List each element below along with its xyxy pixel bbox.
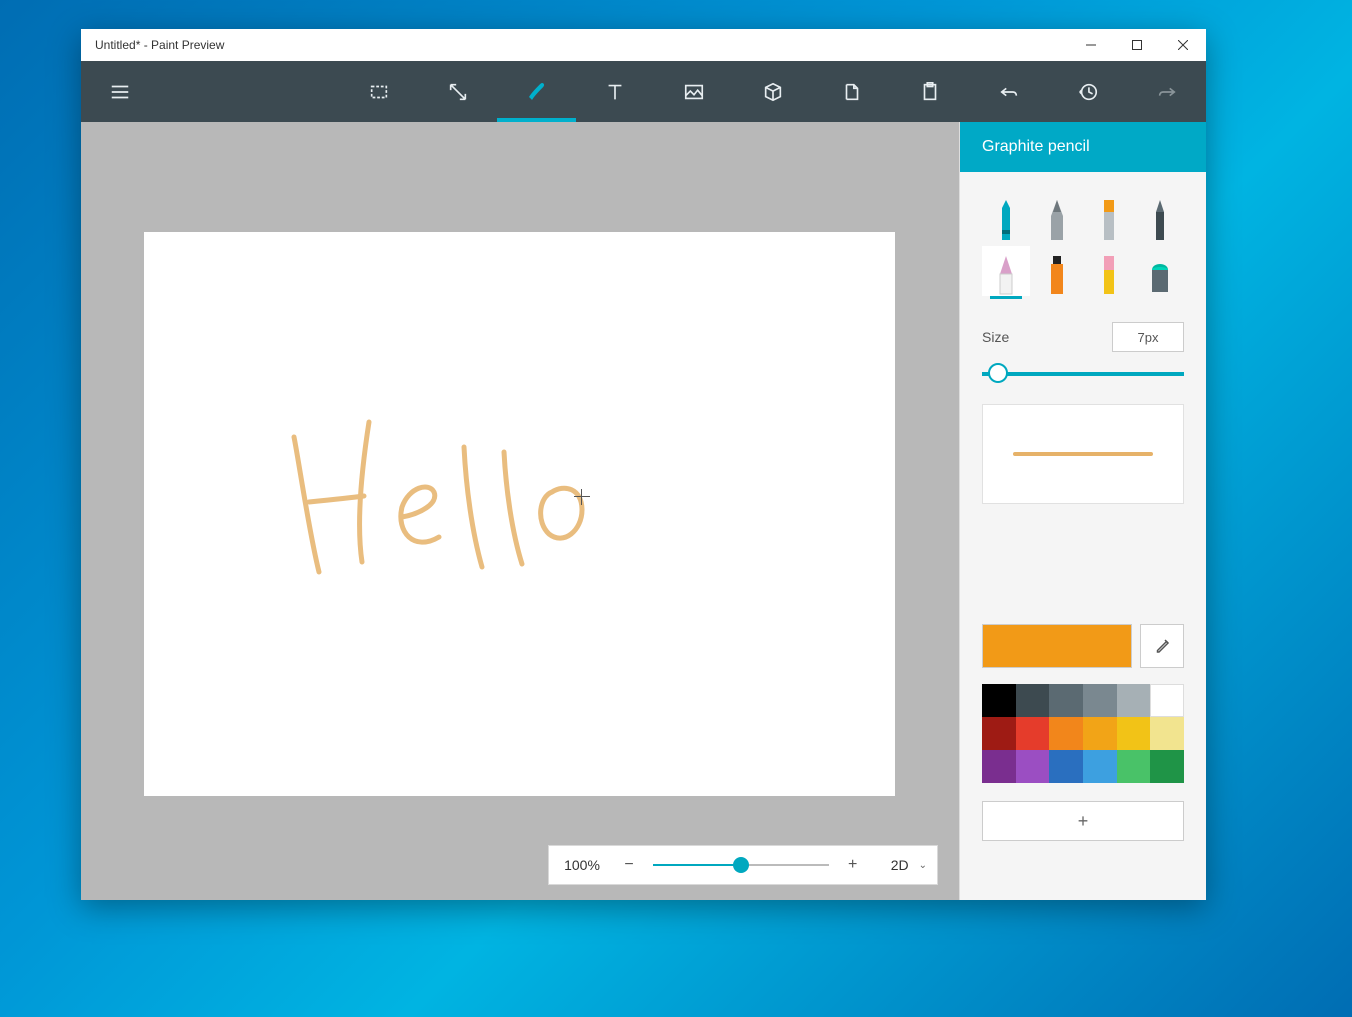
color-swatch[interactable]: [982, 684, 1016, 717]
brush-grid: [982, 192, 1184, 296]
color-swatch[interactable]: [1117, 750, 1151, 783]
preview-stroke-line: [1013, 452, 1153, 456]
brush-graphite[interactable]: [982, 246, 1030, 296]
zoom-in-button[interactable]: +: [843, 856, 863, 874]
size-slider[interactable]: [982, 372, 1184, 376]
status-bar: 100% − + 2D ⌄: [548, 845, 938, 885]
color-swatch[interactable]: [1049, 717, 1083, 750]
color-swatch[interactable]: [1016, 750, 1050, 783]
tool-panel: Graphite pencil: [959, 122, 1206, 900]
size-label: Size: [982, 329, 1009, 345]
window-controls: [1068, 29, 1206, 61]
color-swatch[interactable]: [1117, 684, 1151, 717]
menu-button[interactable]: [81, 61, 160, 122]
main-area: 100% − + 2D ⌄ Graphite pencil: [81, 122, 1206, 900]
color-palette: [982, 684, 1184, 783]
color-swatch[interactable]: [1083, 750, 1117, 783]
undo-button[interactable]: [970, 61, 1049, 122]
view-mode-label: 2D: [891, 857, 909, 873]
minimize-button[interactable]: [1068, 29, 1114, 61]
brush-calligraphy[interactable]: [1137, 192, 1185, 242]
color-swatch[interactable]: [1016, 684, 1050, 717]
zoom-out-button[interactable]: −: [619, 856, 639, 874]
canvas-container: 100% − + 2D ⌄: [81, 122, 959, 900]
size-input[interactable]: 7px: [1112, 322, 1184, 352]
color-swatch[interactable]: [1150, 717, 1184, 750]
brush-pencil[interactable]: [1034, 192, 1082, 242]
tool-3d-shape[interactable]: [734, 61, 813, 122]
color-swatch[interactable]: [1049, 750, 1083, 783]
titlebar: Untitled* - Paint Preview: [81, 29, 1206, 61]
drawing-canvas[interactable]: [144, 232, 895, 796]
app-window: Untitled* - Paint Preview: [81, 29, 1206, 900]
color-swatch[interactable]: [1117, 717, 1151, 750]
color-swatch[interactable]: [1083, 684, 1117, 717]
tool-brush[interactable]: [497, 61, 576, 122]
add-color-button[interactable]: +: [982, 801, 1184, 841]
zoom-percent-label: 100%: [559, 857, 605, 873]
tool-text[interactable]: [576, 61, 655, 122]
brush-eraser[interactable]: [1085, 246, 1133, 296]
brush-fill[interactable]: [1137, 246, 1185, 296]
tool-select[interactable]: [340, 61, 419, 122]
color-swatch[interactable]: [1083, 717, 1117, 750]
brush-marker[interactable]: [982, 192, 1030, 242]
brush-crayon[interactable]: [1085, 192, 1133, 242]
current-color-row: [982, 624, 1184, 668]
color-swatch[interactable]: [1049, 684, 1083, 717]
redo-button[interactable]: [1127, 61, 1206, 122]
close-button[interactable]: [1160, 29, 1206, 61]
tool-resize[interactable]: [419, 61, 498, 122]
tool-image[interactable]: [655, 61, 734, 122]
color-swatch[interactable]: [1150, 750, 1184, 783]
view-mode-dropdown[interactable]: 2D ⌄: [891, 857, 927, 873]
color-swatch[interactable]: [1150, 684, 1184, 717]
current-color-swatch[interactable]: [982, 624, 1132, 668]
color-swatch[interactable]: [982, 717, 1016, 750]
eyedropper-button[interactable]: [1140, 624, 1184, 668]
chevron-down-icon: ⌄: [919, 860, 927, 871]
stroke-preview: [982, 404, 1184, 504]
main-toolbar: [81, 61, 1206, 122]
maximize-button[interactable]: [1114, 29, 1160, 61]
zoom-slider[interactable]: [653, 864, 829, 866]
color-swatch[interactable]: [982, 750, 1016, 783]
history-button[interactable]: [1049, 61, 1128, 122]
window-title: Untitled* - Paint Preview: [81, 38, 224, 52]
panel-title: Graphite pencil: [960, 122, 1206, 172]
color-swatch[interactable]: [1016, 717, 1050, 750]
brush-spray[interactable]: [1034, 246, 1082, 296]
tool-3d-model[interactable]: [812, 61, 891, 122]
size-row: Size 7px: [982, 322, 1184, 352]
paste-button[interactable]: [891, 61, 970, 122]
handwriting-hello: [294, 422, 582, 572]
